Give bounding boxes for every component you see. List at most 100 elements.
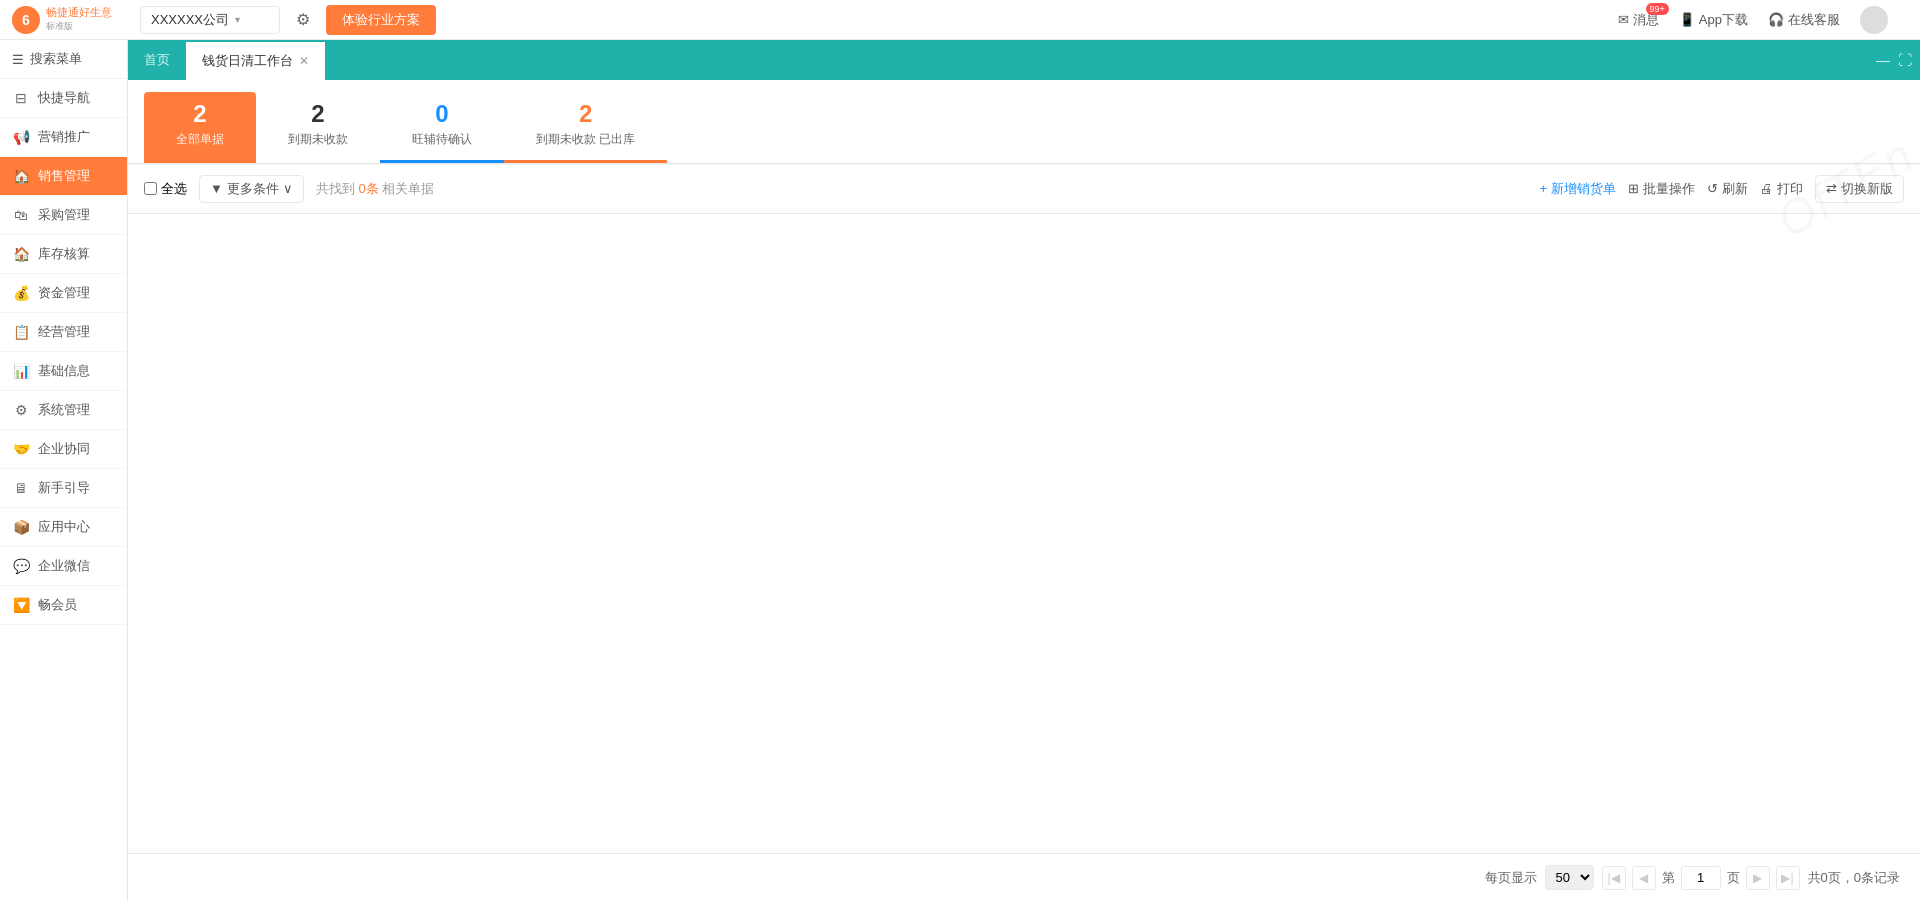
total-text: 共0页，0条记录 [1808, 869, 1900, 887]
online-service-label: 在线客服 [1788, 11, 1840, 29]
sidebar-item-purchase[interactable]: 🛍 采购管理 [0, 196, 127, 235]
sidebar-item-label: 基础信息 [38, 362, 90, 380]
sidebar-item-marketing[interactable]: 📢 营销推广 [0, 118, 127, 157]
pagination-bar: 每页显示 50 |◀ ◀ 第 页 ▶ ▶| 共0页，0条记录 [128, 853, 1920, 901]
sidebar-search[interactable]: ☰ 搜索菜单 [0, 40, 127, 79]
page-suffix: 页 [1727, 869, 1740, 887]
logo-sub: 标准版 [46, 20, 112, 33]
tab-home[interactable]: 首页 [128, 40, 186, 80]
marketing-icon: 📢 [12, 129, 30, 145]
sidebar-item-system[interactable]: ⚙ 系统管理 [0, 391, 127, 430]
sidebar-item-member[interactable]: 🔽 畅会员 [0, 586, 127, 625]
sidebar-item-quick-nav[interactable]: ⊟ 快捷导航 [0, 79, 127, 118]
refresh-button[interactable]: ↺ 刷新 [1707, 180, 1748, 198]
layout: ☰ 搜索菜单 ⊟ 快捷导航 📢 营销推广 🏠 销售管理 🛍 采购管理 🏠 库存核… [0, 40, 1920, 901]
search-label: 搜索菜单 [30, 50, 82, 68]
select-all-checkbox[interactable]: 全选 [144, 180, 187, 198]
per-page-label: 每页显示 [1485, 869, 1537, 887]
sidebar-item-finance[interactable]: 💰 资金管理 [0, 274, 127, 313]
basic-info-icon: 📊 [12, 363, 30, 379]
tab-workbench[interactable]: 钱货日清工作台 ✕ [186, 40, 325, 80]
trial-button[interactable]: 体验行业方案 [326, 5, 436, 35]
sidebar-item-enterprise[interactable]: 🤝 企业协同 [0, 430, 127, 469]
operations-icon: 📋 [12, 324, 30, 340]
refresh-label: 刷新 [1722, 180, 1748, 198]
sidebar-item-basic-info[interactable]: 📊 基础信息 [0, 352, 127, 391]
page-input[interactable] [1681, 866, 1721, 890]
first-page-button[interactable]: |◀ [1602, 866, 1626, 890]
enterprise-icon: 🤝 [12, 441, 30, 457]
system-icon: ⚙ [12, 402, 30, 418]
sidebar-item-sales[interactable]: 🏠 销售管理 [0, 157, 127, 196]
sidebar-item-label: 采购管理 [38, 206, 90, 224]
tab-expand-icon[interactable]: ⛶ [1898, 52, 1912, 68]
stat-tab-overdue[interactable]: 2 到期未收款 [256, 92, 380, 163]
last-page-button[interactable]: ▶| [1776, 866, 1800, 890]
filter-label: 更多条件 [227, 180, 279, 198]
finance-icon: 💰 [12, 285, 30, 301]
stats-tabs: 2 全部单据 2 到期未收款 0 旺辅待确认 2 到期未收款 已出库 [128, 80, 1920, 164]
tab-minimize-icon[interactable]: — [1876, 52, 1890, 68]
filter-chevron-icon: ∨ [283, 181, 293, 196]
add-sales-order-button[interactable]: + 新增销货单 [1539, 180, 1616, 198]
page-label: 第 [1662, 869, 1675, 887]
online-service-button[interactable]: 🎧 在线客服 [1768, 11, 1840, 29]
filter-button[interactable]: ▼ 更多条件 ∨ [199, 175, 304, 203]
batch-label: 批量操作 [1643, 180, 1695, 198]
download-icon: 📱 [1679, 12, 1695, 27]
found-suffix: 相关单据 [382, 181, 434, 196]
switch-version-button[interactable]: ⇄ 切换新版 [1815, 175, 1904, 203]
sidebar-item-label: 经营管理 [38, 323, 90, 341]
stat-all-label: 全部单据 [176, 131, 224, 148]
sidebar-item-label: 系统管理 [38, 401, 90, 419]
top-header: 6 畅捷通好生意 标准版 XXXXXX公司 ▾ ⚙ 体验行业方案 ✉ 消息 99… [0, 0, 1920, 40]
sidebar-item-label: 企业协同 [38, 440, 90, 458]
batch-operation-button[interactable]: ⊞ 批量操作 [1628, 180, 1695, 198]
sidebar-item-app-center[interactable]: 📦 应用中心 [0, 508, 127, 547]
toolbar-right: + 新增销货单 ⊞ 批量操作 ↺ 刷新 🖨 打印 [1539, 175, 1904, 203]
switch-label: 切换新版 [1841, 180, 1893, 198]
stat-overdue-label: 到期未收款 [288, 131, 348, 148]
sidebar-item-wechat[interactable]: 💬 企业微信 [0, 547, 127, 586]
add-btn-label: 新增销货单 [1551, 180, 1616, 198]
select-all-label: 全选 [161, 180, 187, 198]
message-button[interactable]: ✉ 消息 99+ [1618, 11, 1659, 29]
logo-area: 6 畅捷通好生意 标准版 [12, 6, 140, 34]
found-text: 共找到 0条 相关单据 [316, 180, 434, 198]
stat-overdue-number: 2 [311, 100, 324, 129]
message-icon: ✉ [1618, 12, 1629, 27]
sidebar: ☰ 搜索菜单 ⊟ 快捷导航 📢 营销推广 🏠 销售管理 🛍 采购管理 🏠 库存核… [0, 40, 128, 901]
app-center-icon: 📦 [12, 519, 30, 535]
sidebar-item-guide[interactable]: 🖥 新手引导 [0, 469, 127, 508]
stat-all-number: 2 [193, 100, 206, 129]
filter-icon: ▼ [210, 181, 223, 196]
settings-gear-icon[interactable]: ⚙ [288, 5, 318, 35]
prev-page-button[interactable]: ◀ [1632, 866, 1656, 890]
app-download-label: App下载 [1699, 11, 1748, 29]
stat-shipped-label: 到期未收款 已出库 [536, 131, 635, 148]
next-page-button[interactable]: ▶ [1746, 866, 1770, 890]
table-area: OfTEn [128, 214, 1920, 853]
found-count: 0条 [359, 181, 379, 196]
refresh-icon: ↺ [1707, 181, 1718, 196]
quick-nav-icon: ⊟ [12, 90, 30, 106]
app-download-button[interactable]: 📱 App下载 [1679, 11, 1748, 29]
guide-icon: 🖥 [12, 480, 30, 496]
stat-tab-all[interactable]: 2 全部单据 [144, 92, 256, 163]
sidebar-item-operations[interactable]: 📋 经营管理 [0, 313, 127, 352]
search-icon: ☰ [12, 52, 24, 67]
per-page-select[interactable]: 50 [1545, 865, 1594, 890]
select-all-input[interactable] [144, 182, 157, 195]
stat-tab-wangpu[interactable]: 0 旺辅待确认 [380, 92, 504, 163]
switch-icon: ⇄ [1826, 181, 1837, 196]
print-button[interactable]: 🖨 打印 [1760, 180, 1803, 198]
sidebar-item-label: 新手引导 [38, 479, 90, 497]
sidebar-item-label: 销售管理 [38, 167, 90, 185]
stat-tab-shipped[interactable]: 2 到期未收款 已出库 [504, 92, 667, 163]
sales-icon: 🏠 [12, 168, 30, 184]
tab-close-icon[interactable]: ✕ [299, 54, 309, 68]
sidebar-item-inventory[interactable]: 🏠 库存核算 [0, 235, 127, 274]
company-selector[interactable]: XXXXXX公司 ▾ [140, 6, 280, 34]
sidebar-item-label: 资金管理 [38, 284, 90, 302]
avatar[interactable] [1860, 6, 1888, 34]
